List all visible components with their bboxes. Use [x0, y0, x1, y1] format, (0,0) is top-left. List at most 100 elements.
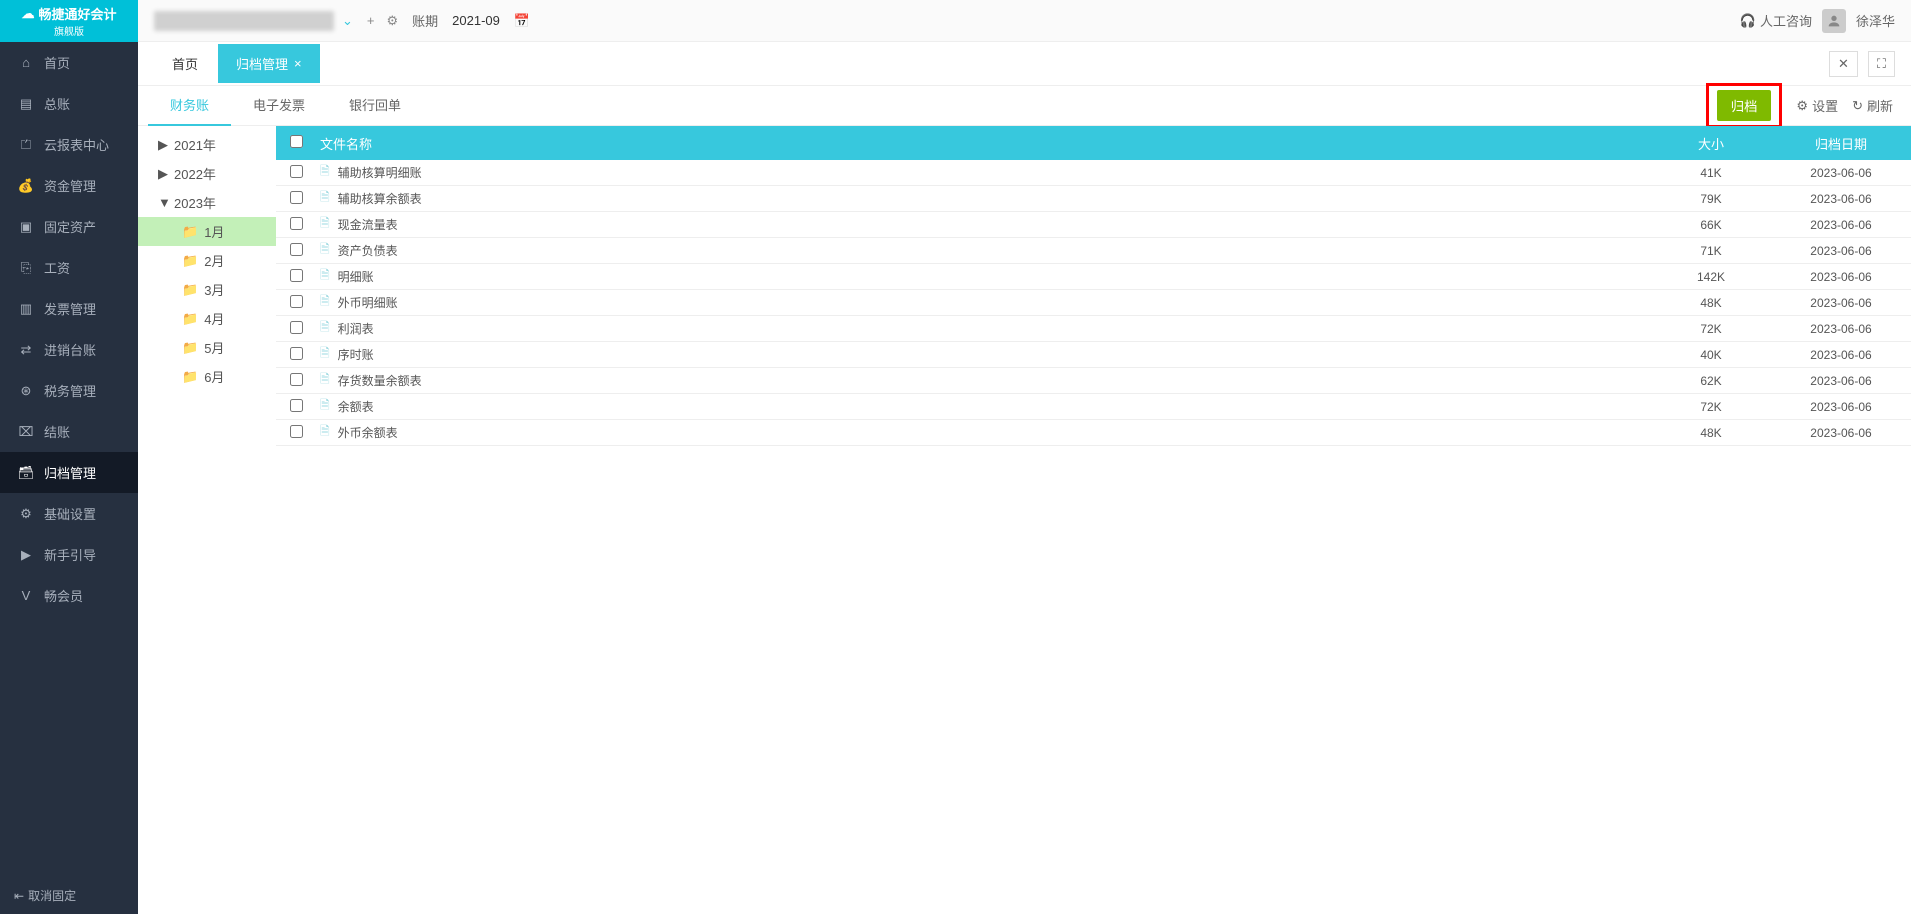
- tree-year-2022[interactable]: ▶2022年: [138, 159, 276, 188]
- table-row[interactable]: 🗎明细账142K2023-06-06: [276, 264, 1911, 290]
- row-checkbox[interactable]: [290, 295, 303, 308]
- nav-salary[interactable]: ⎘工资: [0, 247, 138, 288]
- select-all-checkbox[interactable]: [290, 135, 303, 148]
- tree-year-2023[interactable]: ▼2023年: [138, 188, 276, 217]
- file-icon: 🗎: [320, 292, 330, 313]
- tree-month-2[interactable]: 📁2月: [138, 246, 276, 275]
- tree-month-3[interactable]: 📁3月: [138, 275, 276, 304]
- fullscreen-toggle[interactable]: ⛶: [1868, 51, 1895, 77]
- unpin-icon: ⇤: [14, 889, 24, 903]
- folder-icon: 📁: [182, 311, 198, 327]
- subtab-einvoice[interactable]: 电子发票: [231, 85, 327, 126]
- table-row[interactable]: 🗎 序时账 40K2023-06-06: [276, 342, 1911, 368]
- table-row[interactable]: 🗎利润表72K2023-06-06: [276, 316, 1911, 342]
- nav-report[interactable]: ⏍云报表中心: [0, 124, 138, 165]
- close-tab-icon[interactable]: ×: [294, 56, 302, 71]
- table-row[interactable]: 🗎余额表72K2023-06-06: [276, 394, 1911, 420]
- nav-guide[interactable]: ▶新手引导: [0, 534, 138, 575]
- table-row[interactable]: 🗎辅助核算明细账41K2023-06-06: [276, 160, 1911, 186]
- archive-icon: 🗃: [18, 465, 34, 481]
- row-checkbox[interactable]: [290, 269, 303, 282]
- caret-down-icon: ▼: [158, 195, 168, 210]
- row-checkbox[interactable]: [290, 191, 303, 204]
- tab-archive[interactable]: 归档管理 ×: [218, 44, 320, 83]
- row-checkbox[interactable]: [290, 347, 303, 360]
- nav-archive[interactable]: 🗃归档管理: [0, 452, 138, 493]
- row-checkbox[interactable]: [290, 165, 303, 178]
- nav-home[interactable]: ⌂首页: [0, 42, 138, 83]
- nav-inout[interactable]: ⇄进销台账: [0, 329, 138, 370]
- settings-link[interactable]: ⚙设置: [1796, 96, 1838, 115]
- settings-icon[interactable]: ⚙: [387, 13, 399, 29]
- home-icon: ⌂: [18, 55, 34, 71]
- nav-tax[interactable]: ⊛税务管理: [0, 370, 138, 411]
- tree-month-4[interactable]: 📁4月: [138, 304, 276, 333]
- year-tree: ▶2021年 ▶2022年 ▼2023年 📁1月 📁2月 📁3月 📁4月 📁5月…: [138, 126, 276, 914]
- file-name: 余额表: [338, 398, 374, 415]
- company-selector[interactable]: ⌄: [154, 11, 353, 31]
- nav-fund[interactable]: 💰资金管理: [0, 165, 138, 206]
- file-size: 72K: [1651, 322, 1771, 336]
- file-size: 66K: [1651, 218, 1771, 232]
- row-checkbox[interactable]: [290, 373, 303, 386]
- fund-icon: 💰: [18, 178, 34, 194]
- file-date: 2023-06-06: [1771, 218, 1911, 232]
- archive-button[interactable]: 归档: [1717, 90, 1772, 121]
- file-size: 40K: [1651, 348, 1771, 362]
- add-icon[interactable]: +: [367, 13, 375, 28]
- company-name-blurred: [154, 11, 334, 31]
- refresh-link[interactable]: ↻刷新: [1852, 96, 1893, 115]
- period-value[interactable]: 2021-09: [452, 13, 500, 28]
- file-date: 2023-06-06: [1771, 400, 1911, 414]
- table-row[interactable]: 🗎辅助核算余额表79K2023-06-06: [276, 186, 1911, 212]
- file-size: 41K: [1651, 166, 1771, 180]
- folder-icon: 📁: [182, 282, 198, 298]
- file-date: 2023-06-06: [1771, 166, 1911, 180]
- row-checkbox[interactable]: [290, 399, 303, 412]
- file-table: 文件名称 大小 归档日期 🗎辅助核算明细账41K2023-06-06🗎辅助核算余…: [276, 126, 1911, 914]
- file-date: 2023-06-06: [1771, 348, 1911, 362]
- file-icon: 🗎: [320, 162, 330, 183]
- row-checkbox[interactable]: [290, 321, 303, 334]
- file-icon: 🗎: [320, 318, 330, 339]
- table-row[interactable]: 🗎现金流量表66K2023-06-06: [276, 212, 1911, 238]
- refresh-icon: ↻: [1852, 98, 1863, 114]
- file-date: 2023-06-06: [1771, 374, 1911, 388]
- username[interactable]: 徐泽华: [1856, 11, 1895, 30]
- subtab-finance[interactable]: 财务账: [148, 85, 231, 126]
- tree-month-1[interactable]: 📁1月: [138, 217, 276, 246]
- nav-member[interactable]: V畅会员: [0, 575, 138, 616]
- nav-fixed[interactable]: ▣固定资产: [0, 206, 138, 247]
- file-name: 外币余额表: [338, 424, 398, 441]
- file-icon: 🗎: [320, 344, 330, 365]
- row-checkbox[interactable]: [290, 425, 303, 438]
- tree-month-5[interactable]: 📁5月: [138, 333, 276, 362]
- nav-basic[interactable]: ⚙基础设置: [0, 493, 138, 534]
- file-size: 48K: [1651, 296, 1771, 310]
- subtab-bankslip[interactable]: 银行回单: [327, 85, 423, 126]
- consult-link[interactable]: 🎧人工咨询: [1740, 11, 1812, 30]
- table-row[interactable]: 🗎外币明细账48K2023-06-06: [276, 290, 1911, 316]
- chart-icon: ⏍: [18, 137, 34, 153]
- row-checkbox[interactable]: [290, 217, 303, 230]
- file-name: 序时账: [338, 346, 374, 363]
- close-all-tabs[interactable]: ✕: [1829, 51, 1858, 77]
- file-name: 存货数量余额表: [338, 372, 422, 389]
- table-row[interactable]: 🗎外币余额表48K2023-06-06: [276, 420, 1911, 446]
- tree-year-2021[interactable]: ▶2021年: [138, 130, 276, 159]
- avatar[interactable]: [1822, 9, 1846, 33]
- file-date: 2023-06-06: [1771, 270, 1911, 284]
- tree-month-6[interactable]: 📁6月: [138, 362, 276, 391]
- invoice-icon: ▥: [18, 301, 34, 317]
- sidebar-unpin[interactable]: ⇤取消固定: [0, 877, 138, 914]
- nav-close[interactable]: ⌧结账: [0, 411, 138, 452]
- nav-invoice[interactable]: ▥发票管理: [0, 288, 138, 329]
- nav-ledger[interactable]: ▤总账: [0, 83, 138, 124]
- calendar-icon[interactable]: 📅: [514, 13, 530, 29]
- file-icon: 🗎: [320, 370, 330, 391]
- table-row[interactable]: 🗎存货数量余额表62K2023-06-06: [276, 368, 1911, 394]
- row-checkbox[interactable]: [290, 243, 303, 256]
- tab-home[interactable]: 首页: [154, 44, 216, 83]
- page-tabs: 首页 归档管理 × ✕ ⛶: [138, 42, 1911, 86]
- table-row[interactable]: 🗎资产负债表71K2023-06-06: [276, 238, 1911, 264]
